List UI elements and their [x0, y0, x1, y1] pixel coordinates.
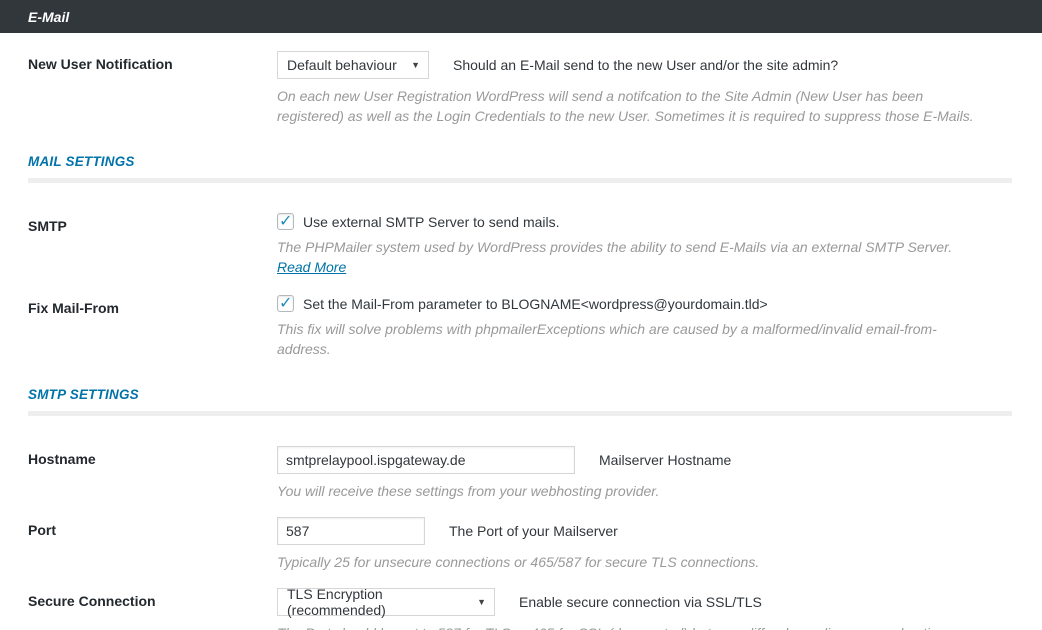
- row-hostname: Hostname Mailserver Hostname You will re…: [28, 446, 1012, 501]
- chevron-down-icon: ▼: [411, 60, 420, 70]
- port-label: Port: [28, 522, 56, 538]
- smtp-label: SMTP: [28, 218, 67, 234]
- row-port: Port The Port of your Mailserver Typical…: [28, 517, 1012, 572]
- port-help: The Port of your Mailserver: [449, 523, 618, 539]
- port-input[interactable]: [277, 517, 425, 545]
- select-value: Default behaviour: [287, 57, 397, 73]
- secure-connection-description: The Port should be set to 587 for TLS or…: [277, 623, 987, 630]
- section-smtp-settings: SMTP SETTINGS: [28, 387, 1012, 416]
- new-user-notification-select[interactable]: Default behaviour ▼: [277, 51, 429, 79]
- new-user-notification-description: On each new User Registration WordPress …: [277, 88, 974, 124]
- mail-settings-heading: MAIL SETTINGS: [28, 154, 135, 169]
- read-more-link[interactable]: Read More: [277, 259, 346, 275]
- hostname-help: Mailserver Hostname: [599, 452, 732, 468]
- section-divider: [28, 411, 1012, 416]
- secure-connection-label: Secure Connection: [28, 593, 156, 609]
- fix-mail-from-description: This fix will solve problems with phpmai…: [277, 321, 937, 357]
- section-titlebar: E-Mail: [0, 0, 1042, 33]
- email-settings-page: E-Mail New User Notification Default beh…: [0, 0, 1042, 630]
- chevron-down-icon: ▼: [477, 597, 486, 607]
- row-fix-mail-from: Fix Mail-From Set the Mail-From paramete…: [28, 293, 1012, 359]
- row-smtp: SMTP Use external SMTP Server to send ma…: [28, 211, 1012, 277]
- secure-connection-help: Enable secure connection via SSL/TLS: [519, 594, 762, 610]
- row-secure-connection: Secure Connection TLS Encryption (recomm…: [28, 586, 1012, 630]
- new-user-notification-label: New User Notification: [28, 56, 173, 72]
- port-description: Typically 25 for unsecure connections or…: [277, 554, 760, 570]
- hostname-description: You will receive these settings from you…: [277, 483, 660, 499]
- new-user-notification-help: Should an E-Mail send to the new User an…: [453, 57, 839, 73]
- select-value: TLS Encryption (recommended): [287, 586, 386, 618]
- smtp-checkbox-label: Use external SMTP Server to send mails.: [303, 213, 560, 230]
- settings-form: New User Notification Default behaviour …: [0, 33, 1042, 630]
- smtp-description: The PHPMailer system used by WordPress p…: [277, 239, 953, 275]
- smtp-enabled-checkbox[interactable]: [277, 211, 294, 231]
- fix-mail-from-label: Fix Mail-From: [28, 300, 120, 316]
- smtp-settings-heading: SMTP SETTINGS: [28, 387, 139, 402]
- secure-connection-select[interactable]: TLS Encryption (recommended) ▼: [277, 586, 495, 618]
- hostname-label: Hostname: [28, 451, 96, 467]
- section-mail-settings: MAIL SETTINGS: [28, 154, 1012, 183]
- fix-mail-from-checkbox-label: Set the Mail-From parameter to BLOGNAME<…: [303, 295, 768, 312]
- hostname-input[interactable]: [277, 446, 575, 474]
- fix-mail-from-checkbox[interactable]: [277, 293, 294, 313]
- row-new-user-notification: New User Notification Default behaviour …: [28, 51, 1012, 126]
- section-divider: [28, 178, 1012, 183]
- page-title: E-Mail: [28, 8, 70, 25]
